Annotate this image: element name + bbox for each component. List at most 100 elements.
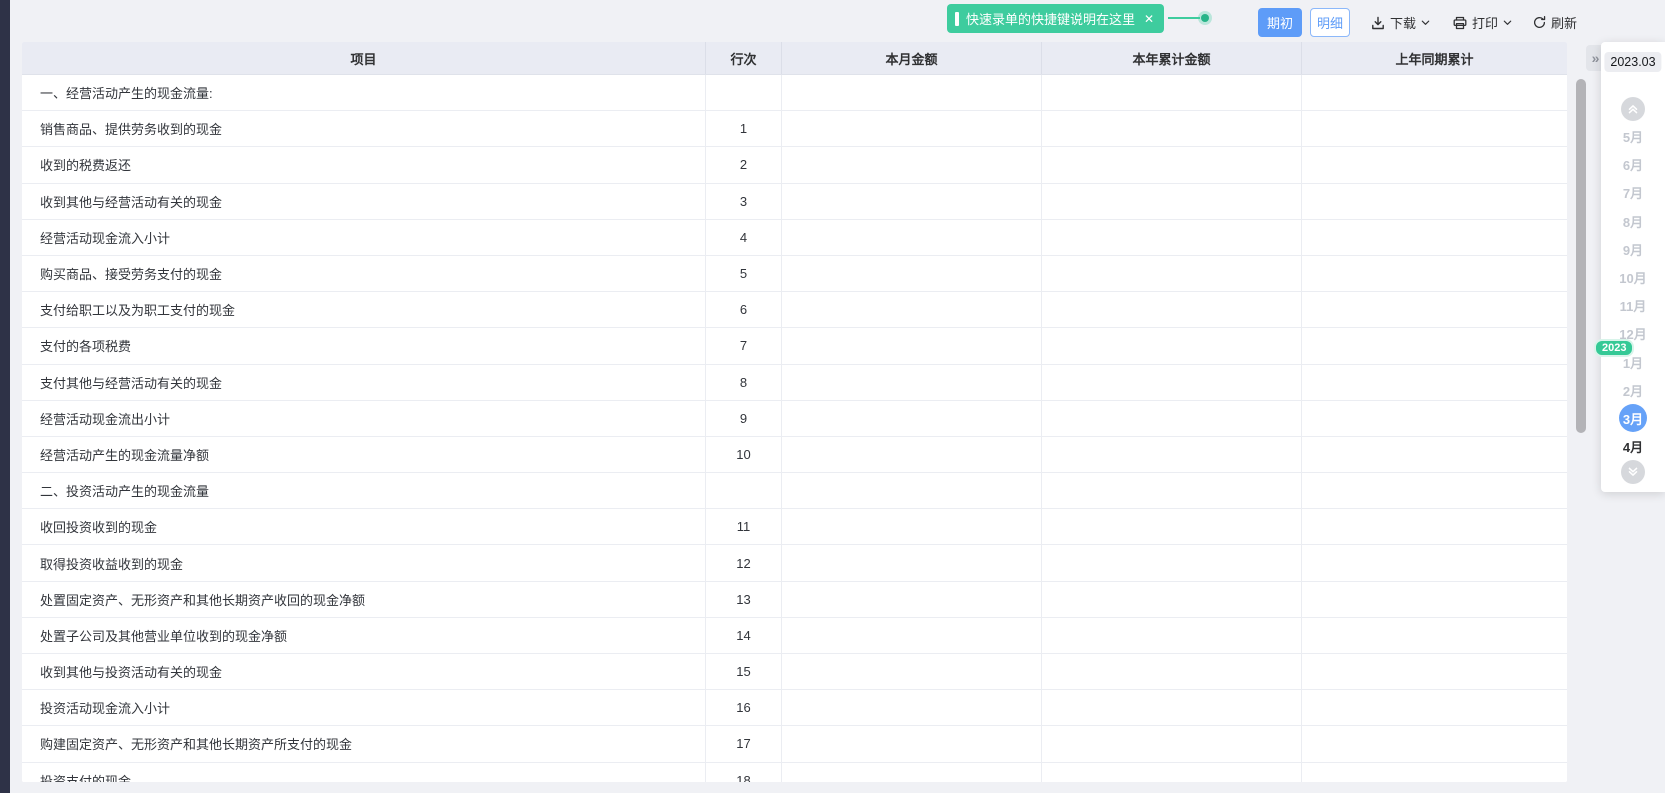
prior-amount-cell <box>1302 256 1567 291</box>
item-cell: 支付给职工以及为职工支付的现金 <box>22 292 706 328</box>
prior-amount-cell <box>1302 473 1567 508</box>
month-item-4月[interactable]: 4月 <box>1601 432 1665 460</box>
ytd-amount-cell <box>1042 726 1302 762</box>
table-row: 销售商品、提供劳务收到的现金 1 <box>22 111 1567 148</box>
column-header-line: 行次 <box>706 42 782 74</box>
prior-amount-cell <box>1302 582 1567 617</box>
close-icon[interactable]: ✕ <box>1144 12 1154 26</box>
table-row: 购建固定资产、无形资产和其他长期资产所支付的现金 17 <box>22 726 1567 763</box>
table-row: 一、经营活动产生的现金流量: <box>22 75 1567 112</box>
print-icon <box>1453 16 1467 29</box>
table-row: 支付的各项税费 7 <box>22 328 1567 365</box>
line-number-cell: 17 <box>706 726 782 762</box>
item-cell: 二、投资活动产生的现金流量 <box>22 473 706 509</box>
month-amount-cell <box>782 617 1042 653</box>
month-amount-cell <box>782 509 1042 545</box>
ytd-amount-cell <box>1042 762 1302 782</box>
double-chevron-down-icon <box>1628 467 1638 476</box>
ytd-amount-cell <box>1042 581 1302 617</box>
detail-button[interactable]: 明细 <box>1310 8 1350 37</box>
month-amount-cell <box>782 364 1042 400</box>
month-item-8月[interactable]: 8月 <box>1601 207 1665 235</box>
table-row: 处置子公司及其他营业单位收到的现金净额 14 <box>22 617 1567 654</box>
month-item-10月[interactable]: 10月 <box>1601 263 1665 291</box>
ytd-amount-cell <box>1042 617 1302 653</box>
item-cell: 一、经营活动产生的现金流量: <box>22 75 706 111</box>
prior-amount-cell <box>1302 509 1567 544</box>
line-number-cell: 8 <box>706 364 782 400</box>
item-cell: 处置子公司及其他营业单位收到的现金净额 <box>22 617 706 653</box>
table-row: 购买商品、接受劳务支付的现金 5 <box>22 255 1567 293</box>
ytd-amount-cell <box>1042 654 1302 690</box>
item-cell: 收到其他与投资活动有关的现金 <box>22 654 706 690</box>
item-cell: 购建固定资产、无形资产和其他长期资产所支付的现金 <box>22 726 706 762</box>
line-number-cell: 13 <box>706 581 782 617</box>
month-amount-cell <box>782 328 1042 364</box>
item-cell: 收到其他与经营活动有关的现金 <box>22 183 706 219</box>
tooltip-marker <box>955 11 959 26</box>
ytd-amount-cell <box>1042 183 1302 219</box>
month-amount-cell <box>782 75 1042 111</box>
month-amount-cell <box>782 726 1042 762</box>
prior-amount-cell <box>1302 328 1567 363</box>
prior-amount-cell <box>1302 220 1567 255</box>
line-number-cell: 6 <box>706 292 782 328</box>
line-number-cell: 2 <box>706 147 782 183</box>
app-side-strip <box>0 0 10 793</box>
month-item-6月[interactable]: 6月 <box>1601 150 1665 178</box>
table-row: 经营活动产生的现金流量净额 10 <box>22 436 1567 474</box>
month-item-2月[interactable]: 2月 <box>1601 376 1665 404</box>
prior-amount-cell <box>1302 184 1567 219</box>
line-number-cell: 5 <box>706 255 782 292</box>
cash-flow-table: 项目 行次 本月金额 本年累计金额 上年同期累计 一、经营活动产生的现金流量: 销… <box>22 42 1567 782</box>
ytd-amount-cell <box>1042 111 1302 147</box>
chevron-down-icon <box>1503 20 1512 25</box>
month-item-11月[interactable]: 11月 <box>1601 291 1665 319</box>
table-row: 二、投资活动产生的现金流量 <box>22 473 1567 510</box>
table-row: 投资活动现金流入小计 16 <box>22 690 1567 727</box>
line-number-cell: 11 <box>706 509 782 545</box>
year-badge: 2023 <box>1594 339 1635 357</box>
line-number-cell: 12 <box>706 545 782 581</box>
line-number-cell: 14 <box>706 617 782 653</box>
ytd-amount-cell <box>1042 219 1302 255</box>
tooltip-text: 快速录单的快捷键说明在这里 <box>966 12 1136 27</box>
print-button[interactable]: 打印 <box>1452 8 1513 37</box>
prior-amount-cell <box>1302 292 1567 327</box>
scroll-down-button[interactable] <box>1621 460 1645 484</box>
month-amount-cell <box>782 436 1042 473</box>
month-amount-cell <box>782 545 1042 581</box>
table-row: 收回投资收到的现金 11 <box>22 509 1567 546</box>
column-header-item: 项目 <box>22 42 706 74</box>
ytd-amount-cell <box>1042 147 1302 183</box>
item-cell: 取得投资收益收到的现金 <box>22 545 706 581</box>
line-number-cell <box>706 473 782 509</box>
table-row: 收到其他与投资活动有关的现金 15 <box>22 654 1567 691</box>
download-icon <box>1372 16 1384 29</box>
selected-period-label: 2023.03 <box>1604 52 1662 72</box>
month-item-5月[interactable]: 5月 <box>1601 122 1665 150</box>
prior-amount-cell <box>1302 726 1567 761</box>
table-header: 项目 行次 本月金额 本年累计金额 上年同期累计 <box>22 42 1567 75</box>
scroll-up-button[interactable] <box>1621 97 1645 121</box>
item-cell: 投资支付的现金 <box>22 762 706 782</box>
month-item-9月[interactable]: 9月 <box>1601 235 1665 263</box>
vertical-scrollbar[interactable] <box>1576 79 1586 433</box>
table-body: 一、经营活动产生的现金流量: 销售商品、提供劳务收到的现金 1 收到的税费返还 2 收到其… <box>22 75 1567 782</box>
prior-amount-cell <box>1302 437 1567 472</box>
prior-amount-cell <box>1302 654 1567 689</box>
prior-amount-cell <box>1302 75 1567 110</box>
download-button[interactable]: 下载 <box>1370 8 1431 37</box>
refresh-label: 刷新 <box>1551 16 1578 31</box>
month-item-7月[interactable]: 7月 <box>1601 178 1665 206</box>
prior-amount-cell <box>1302 763 1567 782</box>
line-number-cell: 4 <box>706 219 782 255</box>
ytd-amount-cell <box>1042 436 1302 473</box>
prior-amount-cell <box>1302 147 1567 182</box>
item-cell: 购买商品、接受劳务支付的现金 <box>22 255 706 292</box>
month-item-3月-selected[interactable]: 3月 <box>1601 404 1665 432</box>
refresh-button[interactable]: 刷新 <box>1532 8 1577 37</box>
double-chevron-up-icon <box>1628 105 1638 114</box>
beginning-period-button[interactable]: 期初 <box>1258 8 1302 37</box>
prior-amount-cell <box>1302 690 1567 725</box>
